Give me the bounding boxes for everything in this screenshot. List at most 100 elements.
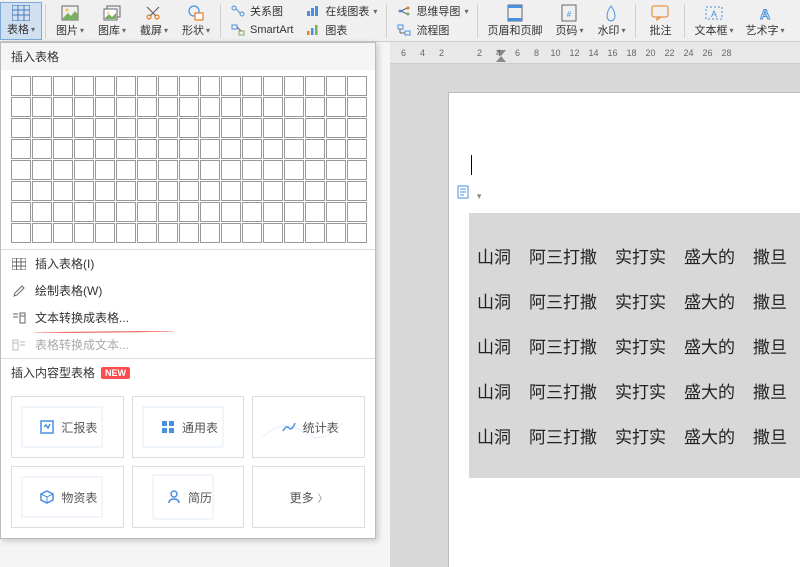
grid-cell[interactable] xyxy=(11,139,31,159)
document-page[interactable]: ▾ 山洞阿三打撒实打实盛大的撒旦山洞阿三打撒实打实盛大的撒旦山洞阿三打撒实打实盛… xyxy=(448,92,800,567)
comment-button[interactable]: 批注 xyxy=(639,2,681,40)
image-button[interactable]: 图片▾ xyxy=(49,2,91,40)
insert-table-menu-item[interactable]: 插入表格(I) xyxy=(1,250,375,277)
grid-cell[interactable] xyxy=(200,181,220,201)
grid-cell[interactable] xyxy=(221,139,241,159)
grid-cell[interactable] xyxy=(326,97,346,117)
table-button[interactable]: 表格▾ xyxy=(0,2,42,40)
grid-cell[interactable] xyxy=(11,76,31,96)
text-cell[interactable]: 阿三打撒 xyxy=(529,378,597,403)
grid-cell[interactable] xyxy=(179,223,199,243)
grid-cell[interactable] xyxy=(284,76,304,96)
grid-cell[interactable] xyxy=(116,202,136,222)
grid-cell[interactable] xyxy=(305,97,325,117)
template-material[interactable]: 物资表 xyxy=(11,466,124,528)
textbox-button[interactable]: A 文本框▾ xyxy=(688,2,739,40)
grid-cell[interactable] xyxy=(347,76,367,96)
text-row[interactable]: 山洞阿三打撒实打实盛大的撒旦 xyxy=(477,233,800,278)
grid-cell[interactable] xyxy=(284,160,304,180)
grid-cell[interactable] xyxy=(305,118,325,138)
grid-cell[interactable] xyxy=(263,202,283,222)
text-cell[interactable]: 盛大的 xyxy=(684,378,735,403)
text-cell[interactable]: 阿三打撒 xyxy=(529,288,597,313)
grid-cell[interactable] xyxy=(95,118,115,138)
header-footer-button[interactable]: 页眉和页脚 xyxy=(481,2,548,40)
grid-cell[interactable] xyxy=(242,181,262,201)
grid-cell[interactable] xyxy=(347,181,367,201)
grid-cell[interactable] xyxy=(116,223,136,243)
grid-cell[interactable] xyxy=(305,76,325,96)
smartart-button[interactable]: SmartArt xyxy=(224,21,299,39)
flowchart-button[interactable]: 流程图 xyxy=(390,21,474,39)
grid-cell[interactable] xyxy=(74,202,94,222)
grid-cell[interactable] xyxy=(179,139,199,159)
grid-cell[interactable] xyxy=(242,76,262,96)
grid-cell[interactable] xyxy=(179,160,199,180)
grid-cell[interactable] xyxy=(221,118,241,138)
grid-cell[interactable] xyxy=(326,139,346,159)
text-cell[interactable]: 实打实 xyxy=(615,243,666,268)
pagenum-button[interactable]: # 页码▾ xyxy=(548,2,590,40)
text-row[interactable]: 山洞阿三打撒实打实盛大的撒旦 xyxy=(477,323,800,368)
text-cell[interactable]: 盛大的 xyxy=(684,423,735,448)
grid-cell[interactable] xyxy=(137,76,157,96)
grid-cell[interactable] xyxy=(95,223,115,243)
grid-cell[interactable] xyxy=(11,97,31,117)
grid-cell[interactable] xyxy=(200,76,220,96)
grid-cell[interactable] xyxy=(116,76,136,96)
grid-cell[interactable] xyxy=(11,202,31,222)
grid-cell[interactable] xyxy=(200,160,220,180)
grid-cell[interactable] xyxy=(137,160,157,180)
grid-cell[interactable] xyxy=(53,97,73,117)
grid-cell[interactable] xyxy=(221,223,241,243)
grid-cell[interactable] xyxy=(284,181,304,201)
grid-cell[interactable] xyxy=(221,202,241,222)
grid-cell[interactable] xyxy=(284,223,304,243)
grid-cell[interactable] xyxy=(263,76,283,96)
grid-cell[interactable] xyxy=(95,160,115,180)
grid-cell[interactable] xyxy=(116,181,136,201)
grid-cell[interactable] xyxy=(158,223,178,243)
text-cell[interactable]: 盛大的 xyxy=(684,333,735,358)
grid-cell[interactable] xyxy=(242,202,262,222)
grid-cell[interactable] xyxy=(326,202,346,222)
grid-cell[interactable] xyxy=(179,118,199,138)
grid-cell[interactable] xyxy=(158,139,178,159)
chart-button[interactable]: 图表 xyxy=(299,21,383,39)
grid-cell[interactable] xyxy=(158,160,178,180)
template-resume[interactable]: 简历 xyxy=(132,466,245,528)
text-cell[interactable]: 撒旦 xyxy=(753,423,787,448)
grid-cell[interactable] xyxy=(137,118,157,138)
grid-cell[interactable] xyxy=(74,118,94,138)
grid-cell[interactable] xyxy=(221,76,241,96)
grid-cell[interactable] xyxy=(179,202,199,222)
grid-cell[interactable] xyxy=(32,139,52,159)
grid-cell[interactable] xyxy=(137,202,157,222)
grid-cell[interactable] xyxy=(347,223,367,243)
text-cell[interactable]: 山洞 xyxy=(477,243,511,268)
grid-cell[interactable] xyxy=(32,181,52,201)
grid-cell[interactable] xyxy=(263,181,283,201)
grid-cell[interactable] xyxy=(11,223,31,243)
text-cell[interactable]: 撒旦 xyxy=(753,243,787,268)
grid-cell[interactable] xyxy=(326,76,346,96)
grid-cell[interactable] xyxy=(95,139,115,159)
text-cell[interactable]: 阿三打撒 xyxy=(529,423,597,448)
grid-cell[interactable] xyxy=(347,118,367,138)
grid-cell[interactable] xyxy=(137,97,157,117)
grid-cell[interactable] xyxy=(32,223,52,243)
grid-cell[interactable] xyxy=(53,223,73,243)
text-row[interactable]: 山洞阿三打撒实打实盛大的撒旦 xyxy=(477,413,800,458)
grid-cell[interactable] xyxy=(11,118,31,138)
grid-cell[interactable] xyxy=(200,118,220,138)
text-cell[interactable]: 山洞 xyxy=(477,378,511,403)
grid-cell[interactable] xyxy=(179,181,199,201)
grid-cell[interactable] xyxy=(158,97,178,117)
grid-cell[interactable] xyxy=(284,139,304,159)
template-general[interactable]: 通用表 xyxy=(132,396,245,458)
text-cell[interactable]: 盛大的 xyxy=(684,288,735,313)
text-cell[interactable]: 山洞 xyxy=(477,288,511,313)
grid-cell[interactable] xyxy=(53,76,73,96)
grid-cell[interactable] xyxy=(347,97,367,117)
grid-cell[interactable] xyxy=(74,97,94,117)
